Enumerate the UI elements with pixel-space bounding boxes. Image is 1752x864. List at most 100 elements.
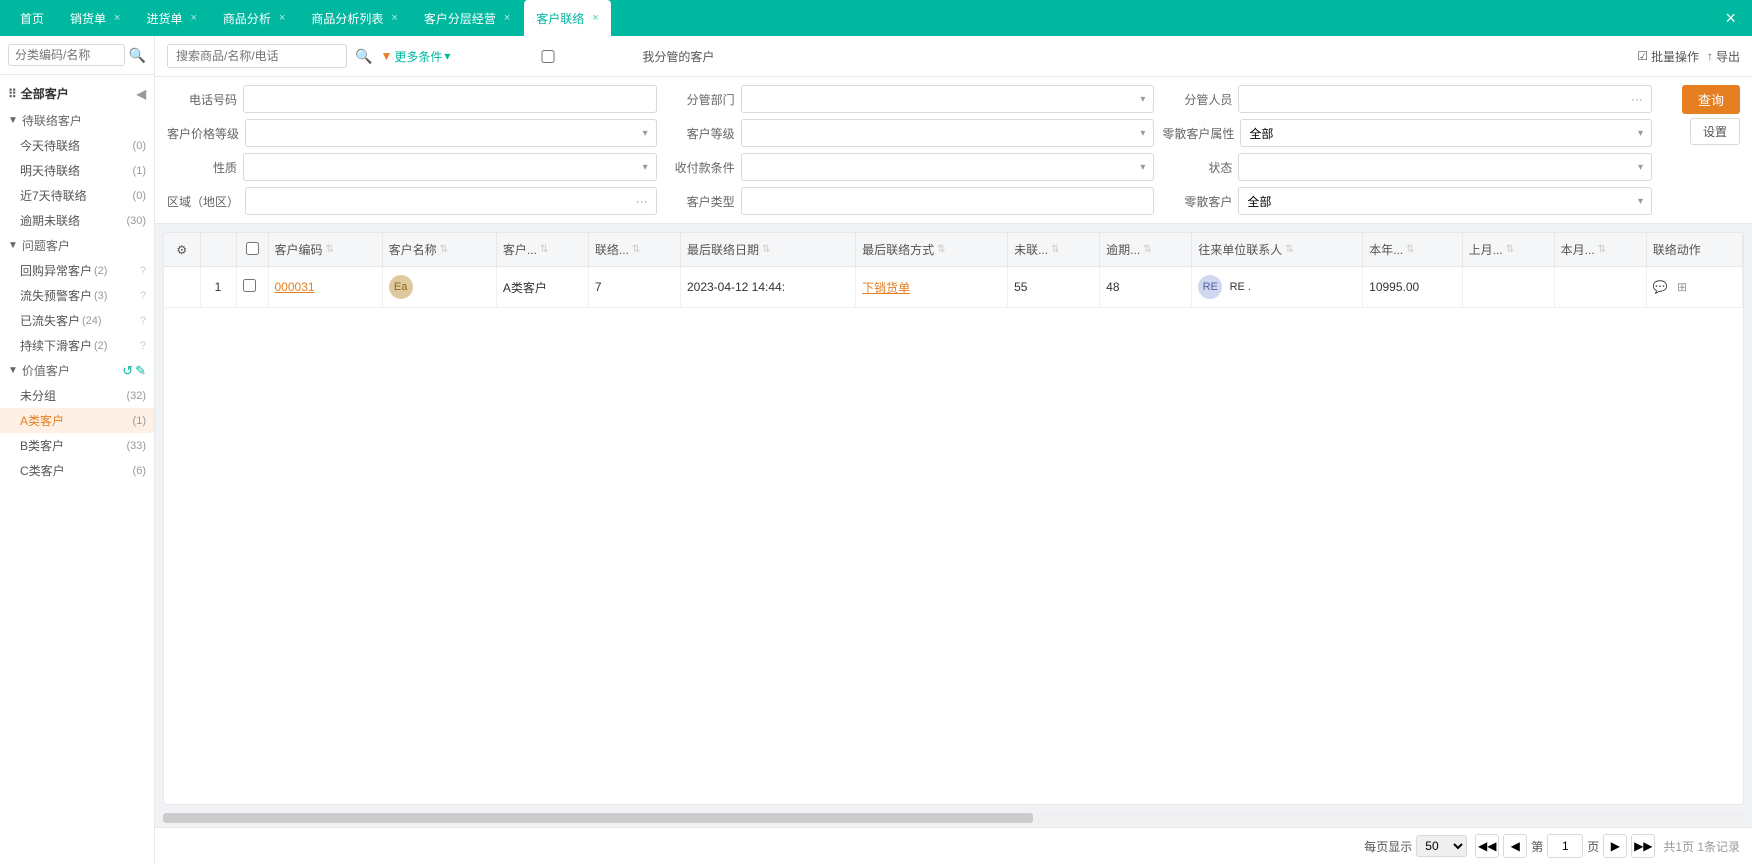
close-segment-icon[interactable]: ×	[504, 12, 510, 24]
col-last-month-hdr[interactable]: 上月... ⇅	[1462, 233, 1554, 267]
nature-chevron-icon: ▾	[643, 162, 648, 173]
sidebar-item-churned[interactable]: 已流失客户 (24) ?	[0, 308, 154, 333]
chat-action-icon[interactable]: 💬	[1653, 280, 1668, 294]
nav-item-customer-segment[interactable]: 客户分层经营 ×	[412, 0, 522, 36]
customer-avatar: Ea	[389, 275, 413, 299]
col-uncontact-days-hdr[interactable]: 未联... ⇅	[1008, 233, 1100, 267]
select-all-checkbox[interactable]	[246, 242, 259, 255]
close-goods-icon[interactable]: ×	[279, 12, 285, 24]
filter-item-customer-level: 客户等级 ▾	[665, 119, 1155, 147]
retail-select[interactable]: 全部 ▾	[1238, 187, 1652, 215]
nav-item-purchase[interactable]: 进货单 ×	[134, 0, 208, 36]
sidebar-item-class-b[interactable]: B类客户 (33)	[0, 433, 154, 458]
dept-label: 分管部门	[665, 91, 735, 108]
last-page-button[interactable]: ▶▶	[1631, 834, 1655, 858]
more-filters-button[interactable]: ▼ 更多条件 ▾	[380, 48, 450, 65]
phone-label: 电话号码	[167, 91, 237, 108]
manager-select[interactable]: ···	[1238, 85, 1652, 113]
pagination-bar: 每页显示 50 100 200 ◀◀ ◀ 第 页 ▶ ▶▶ 共1页 1条记录	[155, 827, 1752, 864]
nav-item-customer-contact[interactable]: 客户联络 ×	[524, 0, 610, 36]
sidebar-item-class-a[interactable]: A类客户 (1)	[0, 408, 154, 433]
export-button[interactable]: ↑ 导出	[1707, 48, 1740, 65]
sidebar-group-pending[interactable]: ▼ 待联络客户	[0, 108, 154, 133]
page-size-select[interactable]: 50 100 200	[1416, 835, 1467, 857]
sidebar-item-class-c[interactable]: C类客户 (6)	[0, 458, 154, 483]
close-purchase-icon[interactable]: ×	[190, 12, 196, 24]
table-settings-icon[interactable]: ⚙	[176, 243, 187, 257]
sort-name-icon: ⇅	[440, 244, 448, 255]
close-sales-icon[interactable]: ×	[114, 12, 120, 24]
col-contact-count-hdr[interactable]: 联络... ⇅	[588, 233, 680, 267]
settings-button[interactable]: 设置	[1690, 118, 1740, 145]
sidebar-item-unclassified[interactable]: 未分组 (32)	[0, 383, 154, 408]
col-customer-type-hdr[interactable]: 客户... ⇅	[496, 233, 588, 267]
col-customer-name[interactable]: 客户名称 ⇅	[382, 233, 496, 267]
batch-operation-button[interactable]: ☑ 批量操作	[1637, 48, 1699, 65]
row-this-year-cell: 10995.00	[1363, 267, 1462, 308]
filter-item-nature: 性质 ▾	[167, 153, 657, 181]
first-page-button[interactable]: ◀◀	[1475, 834, 1499, 858]
my-customers-checkbox[interactable]	[458, 50, 638, 63]
sort-this-year-icon: ⇅	[1406, 244, 1414, 255]
sidebar-search-input[interactable]	[8, 44, 125, 66]
row-checkbox[interactable]	[243, 279, 256, 292]
my-customers-filter[interactable]: 我分管的客户	[458, 48, 714, 65]
retail-attr-select[interactable]: 全部 ▾	[1240, 119, 1652, 147]
col-last-contact-date-hdr[interactable]: 最后联络日期 ⇅	[680, 233, 855, 267]
region-select[interactable]: ···	[245, 187, 657, 215]
search-button[interactable]: 🔍	[355, 48, 372, 65]
nav-item-home[interactable]: 首页	[8, 0, 56, 36]
col-related-person-hdr[interactable]: 往来单位联系人 ⇅	[1192, 233, 1363, 267]
filter-row-3: 性质 ▾ 收付款条件 ▾	[167, 153, 1652, 181]
col-checkbox[interactable]	[236, 233, 268, 267]
close-all-tabs-icon[interactable]: ×	[1725, 8, 1736, 29]
nature-select[interactable]: ▾	[243, 153, 657, 181]
col-overdue-days-hdr[interactable]: 逾期... ⇅	[1100, 233, 1192, 267]
sidebar-group-problem[interactable]: ▼ 问题客户	[0, 233, 154, 258]
value-refresh-icon[interactable]: ↺	[122, 363, 133, 379]
row-actions-cell: 💬 ⊞	[1646, 267, 1742, 308]
customer-level-select[interactable]: ▾	[741, 119, 1155, 147]
status-select[interactable]: ▾	[1238, 153, 1652, 181]
last-method-link[interactable]: 下销货单	[862, 281, 910, 295]
col-this-month-hdr[interactable]: 本月... ⇅	[1554, 233, 1646, 267]
grid-action-icon[interactable]: ⊞	[1677, 280, 1687, 294]
col-this-year-hdr[interactable]: 本年... ⇅	[1363, 233, 1462, 267]
next-page-button[interactable]: ▶	[1603, 834, 1627, 858]
customer-code-link[interactable]: 000031	[275, 280, 315, 294]
value-edit-icon[interactable]: ✎	[135, 363, 146, 379]
sidebar-all-customers-header[interactable]: ⠿ 全部客户 ◀	[0, 79, 154, 108]
sidebar-item-today-contact[interactable]: 今天待联络 (0)	[0, 133, 154, 158]
row-last-method-cell: 下销货单	[856, 267, 1008, 308]
sidebar-collapse-icon[interactable]: ◀	[137, 87, 146, 101]
row-checkbox-cell[interactable]	[236, 267, 268, 308]
page-number-input[interactable]	[1547, 834, 1583, 858]
col-settings[interactable]: ⚙	[164, 233, 200, 267]
dept-select[interactable]: ▾	[741, 85, 1155, 113]
sidebar-search-icon[interactable]: 🔍	[129, 47, 146, 64]
horizontal-scrollbar[interactable]	[163, 813, 1744, 823]
sidebar-item-declining[interactable]: 持续下滑客户 (2) ?	[0, 333, 154, 358]
close-goods-list-icon[interactable]: ×	[391, 12, 397, 24]
close-contact-icon[interactable]: ×	[592, 12, 598, 24]
sidebar-item-tomorrow-contact[interactable]: 明天待联络 (1)	[0, 158, 154, 183]
col-customer-code[interactable]: 客户编码 ⇅	[268, 233, 382, 267]
sidebar-item-repurchase-abnormal[interactable]: 回购异常客户 (2) ?	[0, 258, 154, 283]
sidebar-item-7days-contact[interactable]: 近7天待联络 (0)	[0, 183, 154, 208]
query-button[interactable]: 查询	[1682, 85, 1740, 114]
payment-select[interactable]: ▾	[741, 153, 1155, 181]
sidebar-item-overdue-contact[interactable]: 逾期未联络 (30)	[0, 208, 154, 233]
col-last-contact-method-hdr[interactable]: 最后联络方式 ⇅	[856, 233, 1008, 267]
search-input[interactable]	[167, 44, 347, 68]
nav-item-goods-analysis[interactable]: 商品分析 ×	[211, 0, 297, 36]
phone-input[interactable]	[243, 85, 657, 113]
prev-page-button[interactable]: ◀	[1503, 834, 1527, 858]
price-level-select[interactable]: ▾	[245, 119, 657, 147]
customer-type-input[interactable]	[741, 187, 1155, 215]
sidebar-group-value[interactable]: ▼ 价值客户 ↺ ✎	[0, 358, 154, 383]
nav-item-goods-list[interactable]: 商品分析列表 ×	[299, 0, 409, 36]
nav-item-sales[interactable]: 销货单 ×	[58, 0, 132, 36]
page-size-selector: 每页显示 50 100 200	[1364, 835, 1467, 857]
sidebar-item-churn-warning[interactable]: 流失预警客户 (3) ?	[0, 283, 154, 308]
row-settings-cell	[164, 267, 200, 308]
